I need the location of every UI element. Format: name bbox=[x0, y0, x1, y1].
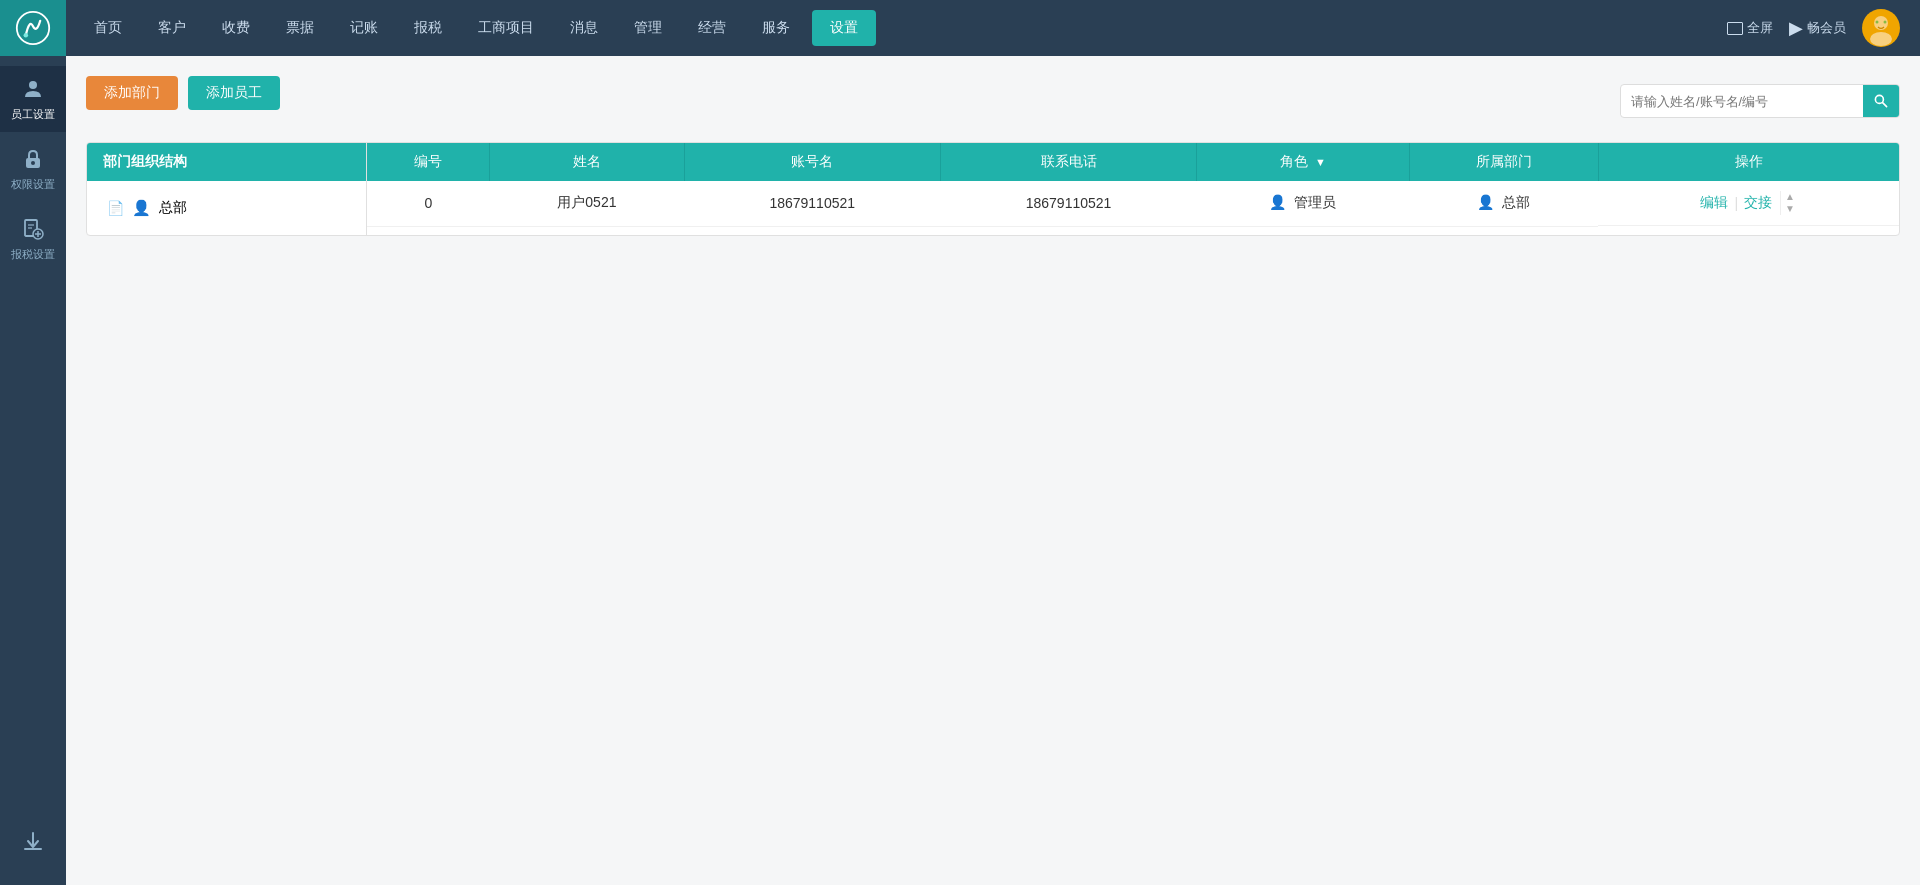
svg-point-3 bbox=[1870, 32, 1892, 46]
col-action: 操作 bbox=[1598, 143, 1899, 181]
filter-icon: ▼ bbox=[1315, 156, 1326, 168]
nav-msg[interactable]: 消息 bbox=[552, 0, 616, 56]
search-button[interactable] bbox=[1863, 85, 1899, 117]
nav-operate[interactable]: 经营 bbox=[680, 0, 744, 56]
top-nav: 首页 客户 收费 票据 记账 报税 工商项目 消息 管理 经营 服务 设置 全屏… bbox=[0, 0, 1920, 56]
cell-name: 用户0521 bbox=[490, 181, 684, 226]
dept-tree-content: 📄 👤 总部 bbox=[87, 181, 366, 235]
svg-line-14 bbox=[1883, 103, 1887, 107]
dept-item-root[interactable]: 📄 👤 总部 bbox=[99, 193, 354, 223]
lock-icon bbox=[21, 147, 45, 171]
nav-bill[interactable]: 票据 bbox=[268, 0, 332, 56]
col-phone: 联系电话 bbox=[940, 143, 1196, 181]
nav-items: 首页 客户 收费 票据 记账 报税 工商项目 消息 管理 经营 服务 设置 bbox=[66, 0, 1727, 56]
role-icon: 👤 bbox=[1269, 194, 1286, 210]
col-name: 姓名 bbox=[490, 143, 684, 181]
scroll-down-arrow[interactable]: ▼ bbox=[1785, 203, 1795, 215]
nav-settings[interactable]: 设置 bbox=[812, 10, 876, 46]
dept-tree-header: 部门组织结构 bbox=[87, 143, 366, 181]
fullscreen-btn[interactable]: 全屏 bbox=[1727, 19, 1773, 37]
vip-btn[interactable]: ▶ 畅会员 bbox=[1789, 17, 1846, 39]
nav-right: 全屏 ▶ 畅会员 bbox=[1727, 9, 1920, 47]
scroll-up-arrow[interactable]: ▲ bbox=[1785, 191, 1795, 203]
staff-table: 编号 姓名 账号名 联系电话 角色 ▼ 所属部门 操作 bbox=[367, 143, 1899, 235]
sidebar-item-employee[interactable]: 员工设置 bbox=[0, 66, 66, 132]
nav-fee[interactable]: 收费 bbox=[204, 0, 268, 56]
person-icon bbox=[21, 77, 45, 101]
cell-phone: 18679110521 bbox=[940, 181, 1196, 226]
nav-account[interactable]: 记账 bbox=[332, 0, 396, 56]
col-id: 编号 bbox=[367, 143, 490, 181]
transfer-action[interactable]: 交接 bbox=[1744, 194, 1772, 212]
download-icon bbox=[21, 830, 45, 854]
cell-role: 👤 管理员 bbox=[1197, 181, 1409, 226]
avatar-icon bbox=[1862, 9, 1900, 47]
nav-home[interactable]: 首页 bbox=[76, 0, 140, 56]
col-role-label: 角色 bbox=[1280, 153, 1308, 169]
nav-manage[interactable]: 管理 bbox=[616, 0, 680, 56]
add-staff-button[interactable]: 添加员工 bbox=[188, 76, 280, 110]
dept-tree: 部门组织结构 📄 👤 总部 bbox=[87, 143, 367, 235]
sidebar-item-employee-label: 员工设置 bbox=[11, 107, 55, 122]
content-area: 添加部门 添加员工 部门组织结构 📄 bbox=[66, 56, 1920, 885]
svg-point-5 bbox=[1884, 21, 1887, 24]
dept-icon-cell: 👤 bbox=[1477, 194, 1494, 210]
employee-table: 编号 姓名 账号名 联系电话 角色 ▼ 所属部门 操作 bbox=[367, 143, 1899, 227]
fullscreen-icon bbox=[1727, 22, 1743, 35]
nav-biz[interactable]: 工商项目 bbox=[460, 0, 552, 56]
vip-label: 畅会员 bbox=[1807, 19, 1846, 37]
left-sidebar: 员工设置 权限设置 报税设置 bbox=[0, 56, 66, 885]
role-value: 管理员 bbox=[1294, 194, 1336, 210]
scroll-arrows[interactable]: ▲ ▼ bbox=[1780, 191, 1801, 215]
sidebar-item-download[interactable] bbox=[0, 809, 66, 875]
col-dept: 所属部门 bbox=[1409, 143, 1598, 181]
sidebar-item-permissions-label: 权限设置 bbox=[11, 177, 55, 192]
logo-icon bbox=[15, 10, 51, 46]
vip-icon: ▶ bbox=[1789, 17, 1803, 39]
dept-person-icon: 👤 bbox=[132, 199, 151, 217]
svg-point-1 bbox=[24, 33, 29, 38]
col-account: 账号名 bbox=[684, 143, 940, 181]
svg-point-6 bbox=[29, 81, 37, 89]
fullscreen-label: 全屏 bbox=[1747, 19, 1773, 37]
cell-account: 18679110521 bbox=[684, 181, 940, 226]
sidebar-item-taxreport[interactable]: 报税设置 bbox=[0, 206, 66, 272]
action-buttons: 添加部门 添加员工 bbox=[86, 76, 280, 110]
add-dept-button[interactable]: 添加部门 bbox=[86, 76, 178, 110]
col-role[interactable]: 角色 ▼ bbox=[1197, 143, 1409, 181]
cell-id: 0 bbox=[367, 181, 490, 226]
main-panel: 部门组织结构 📄 👤 总部 编号 姓名 账号名 bbox=[86, 142, 1900, 236]
logo bbox=[0, 0, 66, 56]
report-icon bbox=[21, 217, 45, 241]
cell-actions: 编辑 | 交接 ▲ ▼ bbox=[1598, 181, 1899, 226]
nav-service[interactable]: 服务 bbox=[744, 0, 808, 56]
cell-dept: 👤 总部 bbox=[1409, 181, 1598, 226]
edit-action[interactable]: 编辑 bbox=[1700, 194, 1728, 212]
svg-point-8 bbox=[31, 161, 35, 165]
nav-tax[interactable]: 报税 bbox=[396, 0, 460, 56]
dept-value: 总部 bbox=[1502, 194, 1530, 210]
search-input[interactable] bbox=[1621, 88, 1863, 115]
dept-item-label: 总部 bbox=[159, 199, 187, 217]
main-layout: 员工设置 权限设置 报税设置 bbox=[0, 56, 1920, 885]
dept-file-icon: 📄 bbox=[107, 200, 124, 216]
search-icon bbox=[1873, 93, 1889, 109]
user-avatar[interactable] bbox=[1862, 9, 1900, 47]
table-row: 0 用户0521 18679110521 18679110521 👤 管理员 👤… bbox=[367, 181, 1899, 226]
search-box bbox=[1620, 84, 1900, 118]
sidebar-item-taxreport-label: 报税设置 bbox=[11, 247, 55, 262]
nav-customer[interactable]: 客户 bbox=[140, 0, 204, 56]
svg-point-4 bbox=[1876, 21, 1879, 24]
sidebar-item-permissions[interactable]: 权限设置 bbox=[0, 136, 66, 202]
